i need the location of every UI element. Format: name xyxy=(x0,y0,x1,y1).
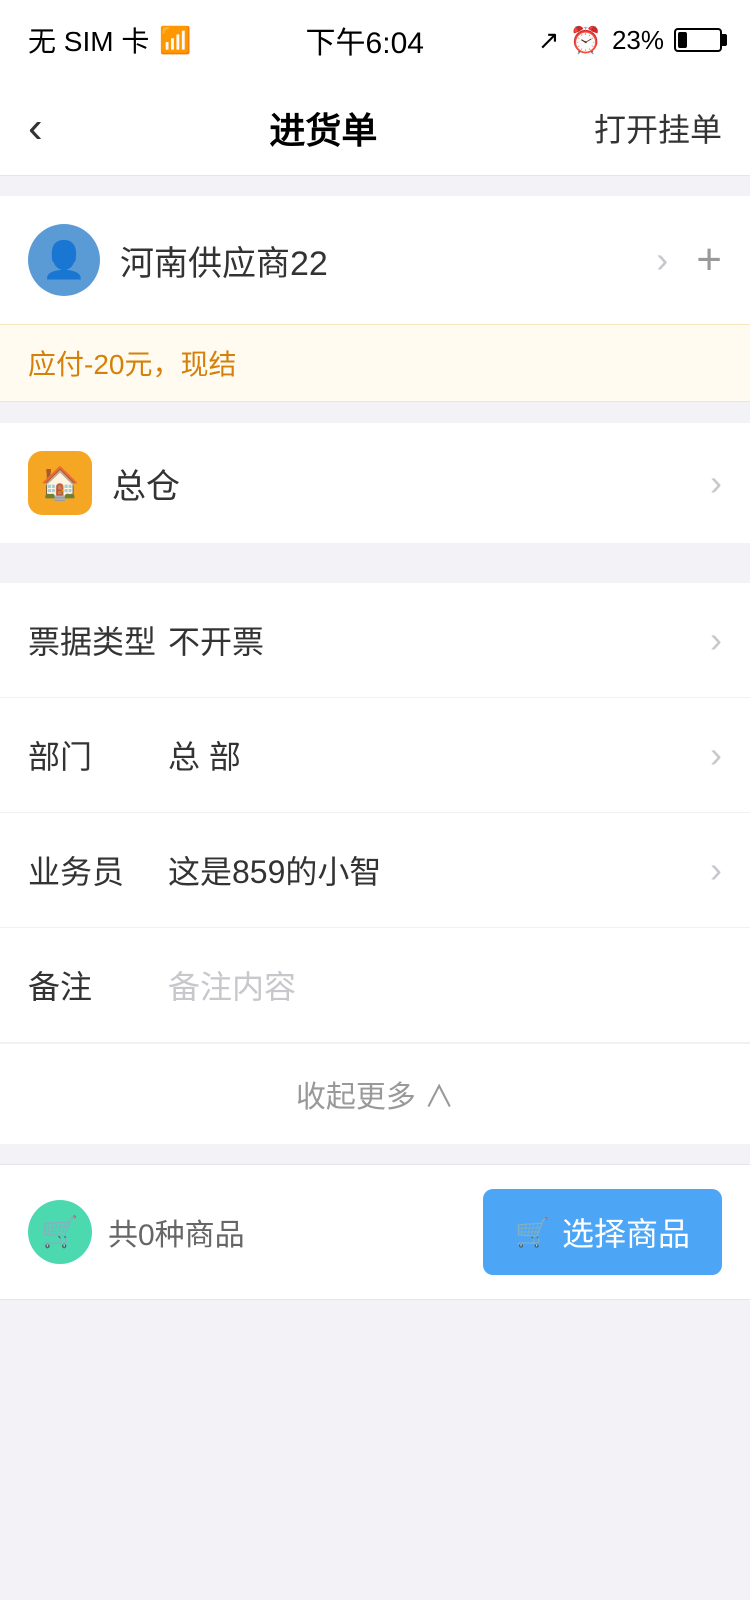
salesperson-row[interactable]: 业务员 这是859的小智 › xyxy=(0,813,750,928)
warehouse-row[interactable]: 🏠 总仓 › xyxy=(0,422,750,543)
invoice-value: 不开票 xyxy=(168,617,710,663)
remark-input[interactable]: 备注内容 xyxy=(168,962,722,1008)
invoice-type-row[interactable]: 票据类型 不开票 › xyxy=(0,583,750,698)
form-section: 票据类型 不开票 › 部门 总 部 › 业务员 这是859的小智 › 备注 备注… xyxy=(0,583,750,1144)
warehouse-icon-wrap: 🏠 xyxy=(28,451,92,515)
supplier-row[interactable]: 👤 河南供应商22 › + xyxy=(0,196,750,324)
chevron-right-icon: › xyxy=(710,462,722,504)
select-product-icon: 🛒 xyxy=(515,1216,550,1249)
notice-text: 应付-20元，现结 xyxy=(28,349,236,380)
chevron-right-icon: › xyxy=(656,239,668,281)
supplier-name: 河南供应商22 xyxy=(120,236,656,285)
select-product-label: 选择商品 xyxy=(562,1209,690,1255)
sales-label: 业务员 xyxy=(28,847,168,893)
no-sim-label: 无 SIM 卡 xyxy=(28,20,149,60)
chevron-right-icon: › xyxy=(710,734,722,776)
collapse-text: 收起更多 ∧ xyxy=(296,1072,454,1116)
remark-row[interactable]: 备注 备注内容 xyxy=(0,928,750,1043)
supplier-section: 👤 河南供应商22 › + 应付-20元，现结 xyxy=(0,196,750,402)
section-divider-3 xyxy=(0,543,750,563)
status-time: 下午6:04 xyxy=(306,18,424,62)
bottom-bar: 🛒 共0种商品 🛒 选择商品 xyxy=(0,1164,750,1300)
status-left: 无 SIM 卡 📶 xyxy=(28,20,192,60)
product-cart-icon: 🛒 xyxy=(28,1200,92,1264)
dept-value: 总 部 xyxy=(168,732,710,778)
notice-banner: 应付-20元，现结 xyxy=(0,324,750,402)
location-icon: ↗ xyxy=(538,25,560,56)
nav-bar: ‹ 进货单 打开挂单 xyxy=(0,80,750,176)
wifi-icon: 📶 xyxy=(159,25,191,56)
status-bar: 无 SIM 卡 📶 下午6:04 ↗ ⏰ 23% xyxy=(0,0,750,80)
product-count-text: 共0种商品 xyxy=(108,1210,245,1254)
warehouse-icon: 🏠 xyxy=(40,464,80,502)
section-divider-2 xyxy=(0,402,750,422)
invoice-label: 票据类型 xyxy=(28,617,168,663)
chevron-right-icon: › xyxy=(710,619,722,661)
section-divider-1 xyxy=(0,176,750,196)
warehouse-name: 总仓 xyxy=(112,459,710,508)
warehouse-section: 🏠 总仓 › xyxy=(0,422,750,543)
open-pending-button[interactable]: 打开挂单 xyxy=(594,105,722,151)
collapse-bar[interactable]: 收起更多 ∧ xyxy=(0,1043,750,1144)
sales-value: 这是859的小智 xyxy=(168,847,710,893)
select-product-button[interactable]: 🛒 选择商品 xyxy=(483,1189,722,1275)
add-icon[interactable]: + xyxy=(696,238,722,282)
alarm-icon: ⏰ xyxy=(570,25,602,56)
product-count-wrap: 🛒 共0种商品 xyxy=(28,1200,245,1264)
battery-percent: 23% xyxy=(612,25,664,56)
page-title: 进货单 xyxy=(269,102,377,154)
dept-label: 部门 xyxy=(28,732,168,778)
cart-icon: 🛒 xyxy=(41,1215,78,1250)
page-rest xyxy=(0,1300,750,1600)
remark-label: 备注 xyxy=(28,962,168,1008)
supplier-actions: › + xyxy=(656,238,722,282)
status-right: ↗ ⏰ 23% xyxy=(538,25,722,56)
back-button[interactable]: ‹ xyxy=(18,93,53,163)
department-row[interactable]: 部门 总 部 › xyxy=(0,698,750,813)
battery-icon xyxy=(674,28,722,52)
avatar-icon: 👤 xyxy=(42,239,87,281)
chevron-right-icon: › xyxy=(710,849,722,891)
avatar: 👤 xyxy=(28,224,100,296)
